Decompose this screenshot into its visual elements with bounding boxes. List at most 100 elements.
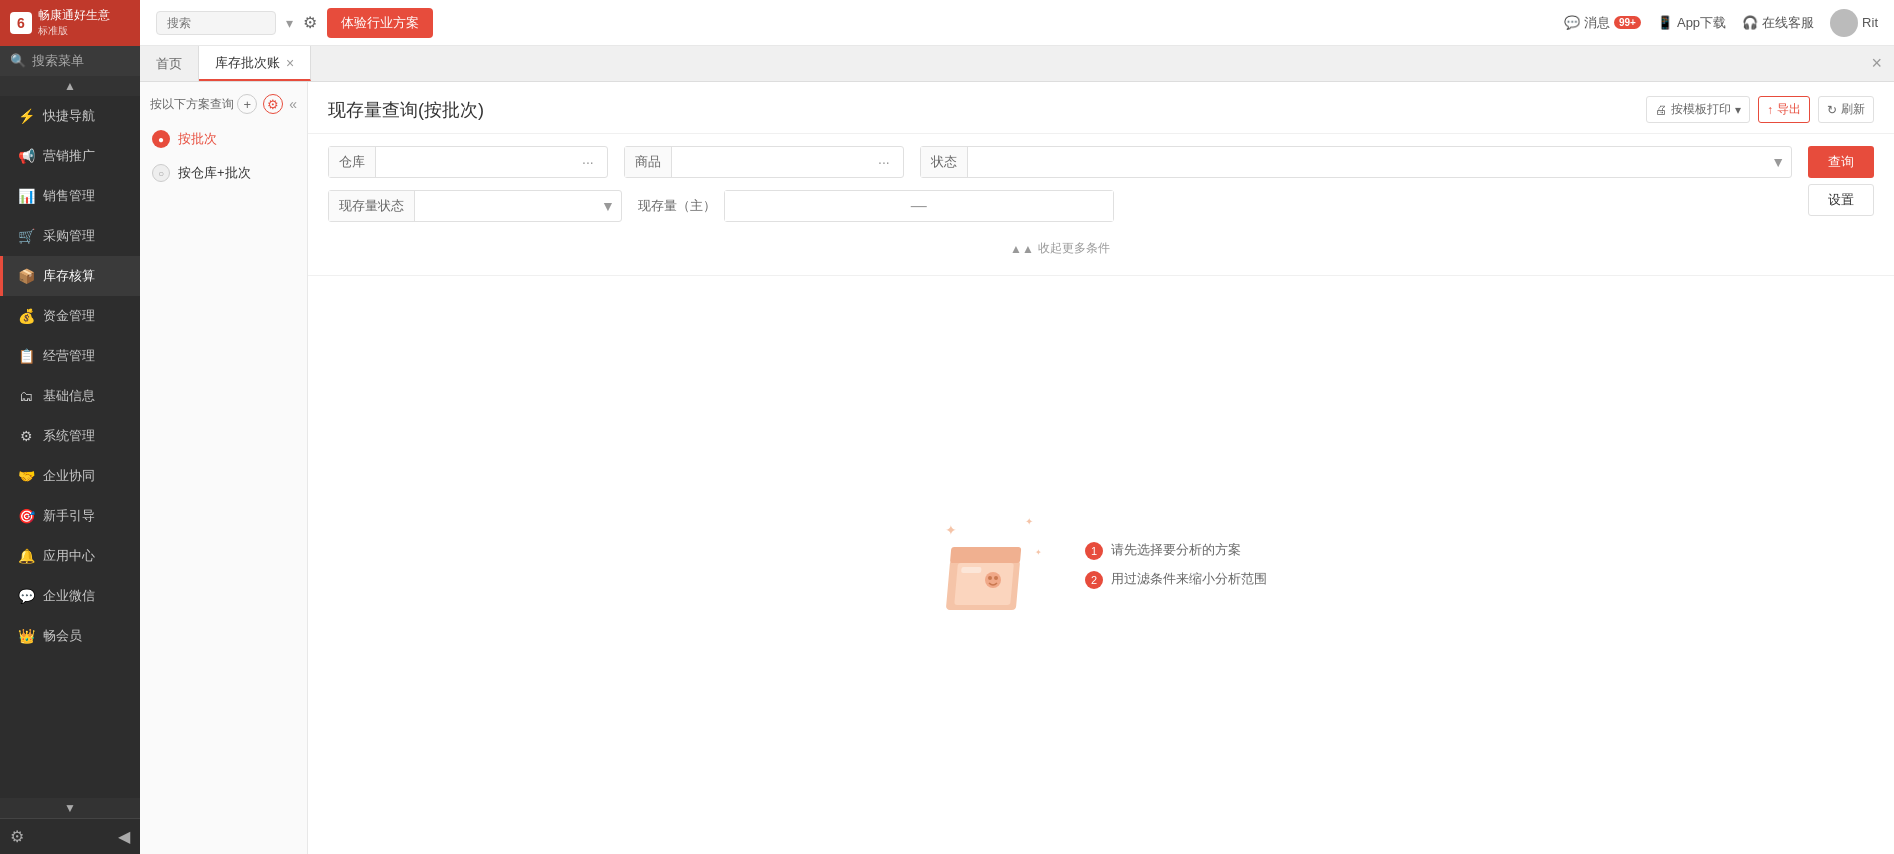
sidebar-item-operation[interactable]: 📋 经营管理	[0, 336, 140, 376]
topbar-dropdown-button[interactable]: ▾	[286, 15, 293, 31]
sidebar-item-corp[interactable]: 🤝 企业协同	[0, 456, 140, 496]
scheme-add-button[interactable]: +	[237, 94, 257, 114]
page-header-actions: 🖨 按模板打印 ▾ ↑ 导出 ↻ 刷新	[1646, 96, 1874, 123]
sidebar-item-wechat[interactable]: 💬 企业微信	[0, 576, 140, 616]
scheme-panel-header: 按以下方案查询 + ⚙ «	[140, 90, 307, 122]
filter-row-main: 仓库 ··· 商品 ··· 状态	[328, 146, 1874, 263]
scheme-inactive-icon: ○	[152, 164, 170, 182]
sidebar-item-basic[interactable]: 🗂 基础信息	[0, 376, 140, 416]
experience-button[interactable]: 体验行业方案	[327, 8, 433, 38]
sidebar-header: 6 畅康通好生意 标准版	[0, 0, 140, 46]
guide-icon: 🎯	[17, 507, 35, 525]
sidebar-menu: ⚡ 快捷导航 📢 营销推广 📊 销售管理 🛒 采购管理 📦 库存核算 💰 资金管…	[0, 96, 140, 798]
sidebar-item-sales[interactable]: 📊 销售管理	[0, 176, 140, 216]
stock-qty-filter: 现存量（主） —	[638, 190, 1114, 222]
scheme-item-batch[interactable]: ● 按批次	[140, 122, 307, 156]
member-icon: 👑	[17, 627, 35, 645]
tab-inventory-batch[interactable]: 库存批次账 ×	[199, 46, 311, 81]
scheme-active-icon: ●	[152, 130, 170, 148]
svg-rect-3	[961, 567, 982, 573]
scheme-settings-button[interactable]: ⚙	[263, 94, 283, 114]
status-dropdown-button[interactable]: ▼	[1765, 147, 1791, 177]
goods-label: 商品	[625, 147, 672, 177]
app-download-button[interactable]: 📱 App下载	[1657, 14, 1726, 32]
sidebar-item-system[interactable]: ⚙ 系统管理	[0, 416, 140, 456]
scheme-collapse-button[interactable]: «	[289, 96, 297, 112]
filter-buttons-area: 查询 设置	[1792, 146, 1874, 216]
finance-icon: 💰	[17, 307, 35, 325]
sidebar-collapse-button[interactable]: ◀	[118, 827, 130, 846]
stock-status-filter-group: 现存量状态 ▼	[328, 190, 622, 222]
refresh-button[interactable]: ↻ 刷新	[1818, 96, 1874, 123]
scheme-panel-actions: + ⚙ «	[237, 94, 297, 114]
sidebar-scroll-up[interactable]: ▲	[0, 76, 140, 96]
print-button[interactable]: 🖨 按模板打印 ▾	[1646, 96, 1750, 123]
scheme-item-warehouse-batch[interactable]: ○ 按仓库+批次	[140, 156, 307, 190]
main-area: ▾ ⚙ 体验行业方案 💬 消息 99+ 📱 App下载 🎧 在线客服 Rit	[140, 0, 1894, 854]
sidebar-settings-button[interactable]: ⚙	[10, 827, 24, 846]
tab-close-all-button[interactable]: ×	[1859, 53, 1894, 74]
filter-settings-button[interactable]: 设置	[1808, 184, 1874, 216]
goods-more-button[interactable]: ···	[872, 147, 896, 177]
svg-text:✦: ✦	[1035, 548, 1042, 557]
sidebar-footer: ⚙ ◀	[0, 818, 140, 854]
hint-num-1: 1	[1085, 542, 1103, 560]
sidebar-item-marketing[interactable]: 📢 营销推广	[0, 136, 140, 176]
warehouse-more-button[interactable]: ···	[576, 147, 600, 177]
content-area: 按以下方案查询 + ⚙ « ● 按批次 ○ 按仓库+批次 现存量查询(按批次)	[140, 82, 1894, 854]
sidebar-item-member[interactable]: 👑 畅会员	[0, 616, 140, 656]
svg-rect-1	[950, 547, 1021, 563]
filter-inputs-area: 仓库 ··· 商品 ··· 状态	[328, 146, 1792, 263]
sidebar-item-inventory[interactable]: 📦 库存核算	[0, 256, 140, 296]
stock-qty-from-input[interactable]	[725, 191, 905, 221]
tab-home[interactable]: 首页	[140, 46, 199, 81]
tab-close-button[interactable]: ×	[286, 56, 294, 70]
svg-point-6	[994, 576, 998, 580]
empty-illustration: ✦ ✦ ✦	[935, 505, 1055, 625]
stock-qty-group: —	[724, 190, 1114, 222]
topbar-gear-button[interactable]: ⚙	[303, 13, 317, 32]
operation-icon: 📋	[17, 347, 35, 365]
page-header: 现存量查询(按批次) 🖨 按模板打印 ▾ ↑ 导出 ↻ 刷新	[308, 82, 1894, 134]
stock-status-input[interactable]	[415, 191, 595, 221]
sidebar-item-guide[interactable]: 🎯 新手引导	[0, 496, 140, 536]
query-button[interactable]: 查询	[1808, 146, 1874, 178]
stock-status-dropdown-btn[interactable]: ▼	[595, 191, 621, 221]
stock-qty-to-input[interactable]	[933, 191, 1113, 221]
wechat-icon: 💬	[17, 587, 35, 605]
topbar-search-input[interactable]	[156, 11, 276, 35]
messages-button[interactable]: 💬 消息 99+	[1564, 14, 1641, 32]
status-input[interactable]	[968, 147, 1765, 177]
sales-icon: 📊	[17, 187, 35, 205]
stock-qty-label: 现存量（主）	[638, 197, 716, 215]
sidebar-search[interactable]: 🔍 搜索菜单	[0, 46, 140, 76]
empty-state: ✦ ✦ ✦ 1 请先选择要分析的方案 2 用过滤条件来缩小分析范围	[308, 276, 1894, 854]
message-badge: 99+	[1614, 16, 1641, 29]
goods-input[interactable]	[672, 147, 872, 177]
sidebar-item-finance[interactable]: 💰 资金管理	[0, 296, 140, 336]
collapse-conditions-button[interactable]: ▲▲ 收起更多条件	[328, 234, 1792, 263]
stock-status-label: 现存量状态	[329, 191, 415, 221]
svg-text:✦: ✦	[945, 522, 957, 538]
warehouse-filter-group: 仓库 ···	[328, 146, 608, 178]
sidebar-item-quick-nav[interactable]: ⚡ 快捷导航	[0, 96, 140, 136]
export-button[interactable]: ↑ 导出	[1758, 96, 1810, 123]
filter-row-2: 现存量状态 ▼ 现存量（主） —	[328, 190, 1792, 222]
svg-point-5	[988, 576, 992, 580]
sidebar-item-purchase[interactable]: 🛒 采购管理	[0, 216, 140, 256]
sidebar-brand: 畅康通好生意 标准版	[38, 8, 110, 38]
message-icon: 💬	[1564, 15, 1580, 30]
page-title: 现存量查询(按批次)	[328, 98, 484, 122]
sidebar-item-appstore[interactable]: 🔔 应用中心	[0, 536, 140, 576]
filter-row-1: 仓库 ··· 商品 ··· 状态	[328, 146, 1792, 178]
topbar: ▾ ⚙ 体验行业方案 💬 消息 99+ 📱 App下载 🎧 在线客服 Rit	[140, 0, 1894, 46]
print-dropdown-icon: ▾	[1735, 103, 1741, 117]
warehouse-label: 仓库	[329, 147, 376, 177]
online-service-button[interactable]: 🎧 在线客服	[1742, 14, 1814, 32]
user-profile[interactable]: Rit	[1830, 9, 1878, 37]
status-filter-group: 状态 ▼	[920, 146, 1792, 178]
corp-icon: 🤝	[17, 467, 35, 485]
sidebar-scroll-down[interactable]: ▼	[0, 798, 140, 818]
empty-text: 1 请先选择要分析的方案 2 用过滤条件来缩小分析范围	[1085, 541, 1267, 589]
warehouse-input[interactable]	[376, 147, 576, 177]
